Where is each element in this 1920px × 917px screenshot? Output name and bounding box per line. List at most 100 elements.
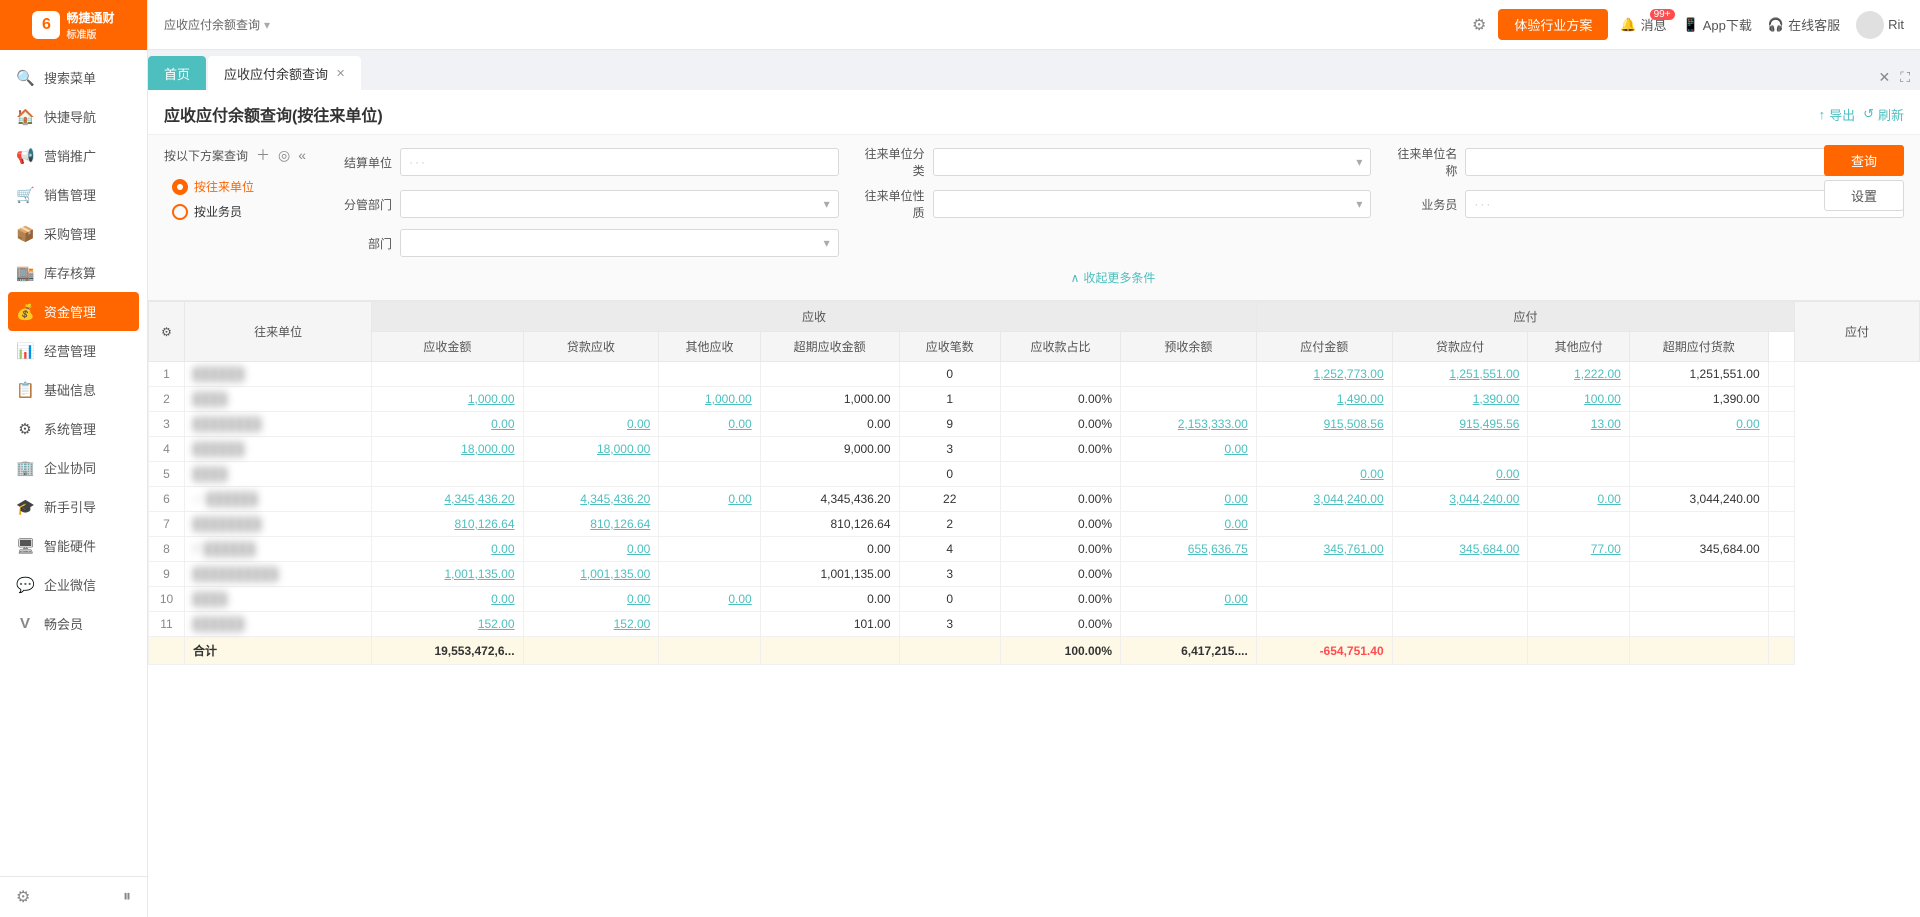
row-extra xyxy=(1768,362,1795,387)
row-other-ap[interactable]: 0.00 xyxy=(1528,487,1629,512)
row-other-ar[interactable]: 0.00 xyxy=(659,587,760,612)
row-ar-amount[interactable]: 1,001,135.00 xyxy=(372,562,523,587)
wanglai-category-chevron-icon: ▾ xyxy=(1356,155,1362,169)
sidebar-item-marketing[interactable]: 📢 营销推广 xyxy=(0,136,147,175)
jiesuan-unit-input[interactable]: ··· xyxy=(400,148,839,176)
row-prepay-balance[interactable]: 0.00 xyxy=(1121,587,1257,612)
sidebar-item-inventory[interactable]: 🏬 库存核算 xyxy=(0,253,147,292)
row-prepay-balance[interactable]: 655,636.75 xyxy=(1121,537,1257,562)
row-extra xyxy=(1768,512,1795,537)
scheme-settings-icon[interactable]: ◎ xyxy=(278,147,290,164)
sidebar-item-guide[interactable]: 🎓 新手引导 xyxy=(0,487,147,526)
tab-home[interactable]: 首页 xyxy=(148,56,206,90)
row-loan-ap[interactable]: 3,044,240.00 xyxy=(1392,487,1528,512)
settings-footer-icon[interactable]: ⚙ xyxy=(16,887,30,907)
row-ap-amount[interactable]: 915,508.56 xyxy=(1256,412,1392,437)
row-loan-ap[interactable]: 1,390.00 xyxy=(1392,387,1528,412)
row-extra xyxy=(1768,487,1795,512)
row-loan-ar[interactable]: 0.00 xyxy=(523,412,659,437)
sidebar-item-system[interactable]: ⚙ 系统管理 xyxy=(0,409,147,448)
row-ap-amount xyxy=(1256,587,1392,612)
row-loan-ap[interactable]: 0.00 xyxy=(1392,462,1528,487)
user-profile[interactable]: Rit xyxy=(1856,11,1904,39)
row-ap-amount[interactable]: 1,252,773.00 xyxy=(1256,362,1392,387)
row-prepay-balance[interactable]: 0.00 xyxy=(1121,437,1257,462)
row-other-ar[interactable]: 1,000.00 xyxy=(659,387,760,412)
row-ar-amount[interactable]: 1,000.00 xyxy=(372,387,523,412)
row-loan-ar[interactable]: 0.00 xyxy=(523,537,659,562)
tab-close-icon[interactable]: ✕ xyxy=(336,67,345,80)
sidebar-item-search-menu[interactable]: 🔍 搜索菜单 xyxy=(0,58,147,97)
row-loan-ap[interactable]: 1,251,551.00 xyxy=(1392,362,1528,387)
solution-button[interactable]: 体验行业方案 xyxy=(1498,9,1608,40)
scheme-collapse-icon[interactable]: « xyxy=(298,147,306,163)
row-ap-amount[interactable]: 0.00 xyxy=(1256,462,1392,487)
row-loan-ar[interactable]: 810,126.64 xyxy=(523,512,659,537)
row-loan-ar[interactable]: 18,000.00 xyxy=(523,437,659,462)
row-ar-amount[interactable]: 152.00 xyxy=(372,612,523,637)
sidebar-item-enterprise[interactable]: 🏢 企业协同 xyxy=(0,448,147,487)
row-overdue-ap[interactable]: 0.00 xyxy=(1629,412,1768,437)
row-other-ap[interactable]: 1,222.00 xyxy=(1528,362,1629,387)
sidebar-item-smart-hw[interactable]: 🖥 智能硬件 xyxy=(0,526,147,565)
sidebar-item-purchase[interactable]: 📦 采购管理 xyxy=(0,214,147,253)
row-other-ap[interactable]: 77.00 xyxy=(1528,537,1629,562)
fenguan-dept-input[interactable]: ▾ xyxy=(400,190,839,218)
row-ar-amount[interactable]: 4,345,436.20 xyxy=(372,487,523,512)
sidebar-item-sales[interactable]: 🛒 销售管理 xyxy=(0,175,147,214)
sidebar-item-label: 企业微信 xyxy=(44,575,96,594)
messages-button[interactable]: 🔔 消息 99+ xyxy=(1620,15,1666,34)
row-other-ap[interactable]: 100.00 xyxy=(1528,387,1629,412)
sidebar-item-label: 畅会员 xyxy=(44,614,83,633)
sidebar-item-finance[interactable]: 💰 资金管理 xyxy=(8,292,139,331)
window-close-icon[interactable]: ✕ xyxy=(1878,69,1890,86)
export-button[interactable]: ↑ 导出 xyxy=(1819,105,1856,124)
row-loan-ar[interactable]: 1,001,135.00 xyxy=(523,562,659,587)
sidebar-item-quick-nav[interactable]: 🏠 快捷导航 xyxy=(0,97,147,136)
row-other-ap[interactable]: 13.00 xyxy=(1528,412,1629,437)
refresh-button[interactable]: ↺ 刷新 xyxy=(1863,105,1904,124)
row-ar-amount[interactable]: 0.00 xyxy=(372,412,523,437)
row-ap-amount[interactable]: 345,761.00 xyxy=(1256,537,1392,562)
window-maximize-icon[interactable]: ⛶ xyxy=(1900,69,1910,86)
row-prepay-balance[interactable]: 0.00 xyxy=(1121,512,1257,537)
dept-input[interactable]: ▾ xyxy=(400,229,839,257)
sidebar-item-basic-info[interactable]: 📋 基础信息 xyxy=(0,370,147,409)
query-button[interactable]: 查询 xyxy=(1824,145,1904,176)
row-ar-amount[interactable]: 18,000.00 xyxy=(372,437,523,462)
wanglai-category-input[interactable]: ▾ xyxy=(933,148,1372,176)
row-ar-count: 3 xyxy=(899,437,1000,462)
table-settings-icon[interactable]: ⚙ xyxy=(161,325,172,339)
row-loan-ar[interactable]: 152.00 xyxy=(523,612,659,637)
sidebar-item-member[interactable]: V 畅会员 xyxy=(0,604,147,643)
option-by-unit[interactable]: 按往来单位 xyxy=(164,175,306,198)
row-loan-ap[interactable]: 345,684.00 xyxy=(1392,537,1528,562)
collapse-sidebar-icon[interactable]: ⏸ xyxy=(123,888,131,906)
row-loan-ar[interactable]: 4,345,436.20 xyxy=(523,487,659,512)
app-download-button[interactable]: 📱 App下载 xyxy=(1683,15,1752,34)
row-ar-amount[interactable]: 0.00 xyxy=(372,537,523,562)
th-settings[interactable]: ⚙ xyxy=(149,302,185,362)
set-button[interactable]: 设置 xyxy=(1824,180,1904,211)
row-ap-amount[interactable]: 3,044,240.00 xyxy=(1256,487,1392,512)
row-extra xyxy=(1768,387,1795,412)
row-prepay-balance[interactable]: 0.00 xyxy=(1121,487,1257,512)
option-by-staff[interactable]: 按业务员 xyxy=(164,200,306,223)
sidebar-item-wechat[interactable]: 💬 企业微信 xyxy=(0,565,147,604)
collapse-more-button[interactable]: ∧ 收起更多条件 xyxy=(322,265,1904,290)
row-ar-amount[interactable]: 0.00 xyxy=(372,587,523,612)
sidebar-item-operations[interactable]: 📊 经营管理 xyxy=(0,331,147,370)
wanglai-nature-input[interactable]: ▾ xyxy=(933,190,1372,218)
row-ar-amount[interactable]: 810,126.64 xyxy=(372,512,523,537)
tab-ar-ap-query[interactable]: 应收应付余额查询 ✕ xyxy=(208,56,361,90)
add-scheme-icon[interactable]: ＋ xyxy=(256,145,270,165)
online-service-button[interactable]: 🎧 在线客服 xyxy=(1768,15,1840,34)
smart-hw-icon: 🖥 xyxy=(16,537,34,555)
row-other-ar[interactable]: 0.00 xyxy=(659,412,760,437)
row-loan-ar[interactable]: 0.00 xyxy=(523,587,659,612)
row-loan-ap[interactable]: 915,495.56 xyxy=(1392,412,1528,437)
gear-icon[interactable]: ⚙ xyxy=(1472,15,1486,35)
row-other-ar[interactable]: 0.00 xyxy=(659,487,760,512)
row-ap-amount[interactable]: 1,490.00 xyxy=(1256,387,1392,412)
row-prepay-balance[interactable]: 2,153,333.00 xyxy=(1121,412,1257,437)
